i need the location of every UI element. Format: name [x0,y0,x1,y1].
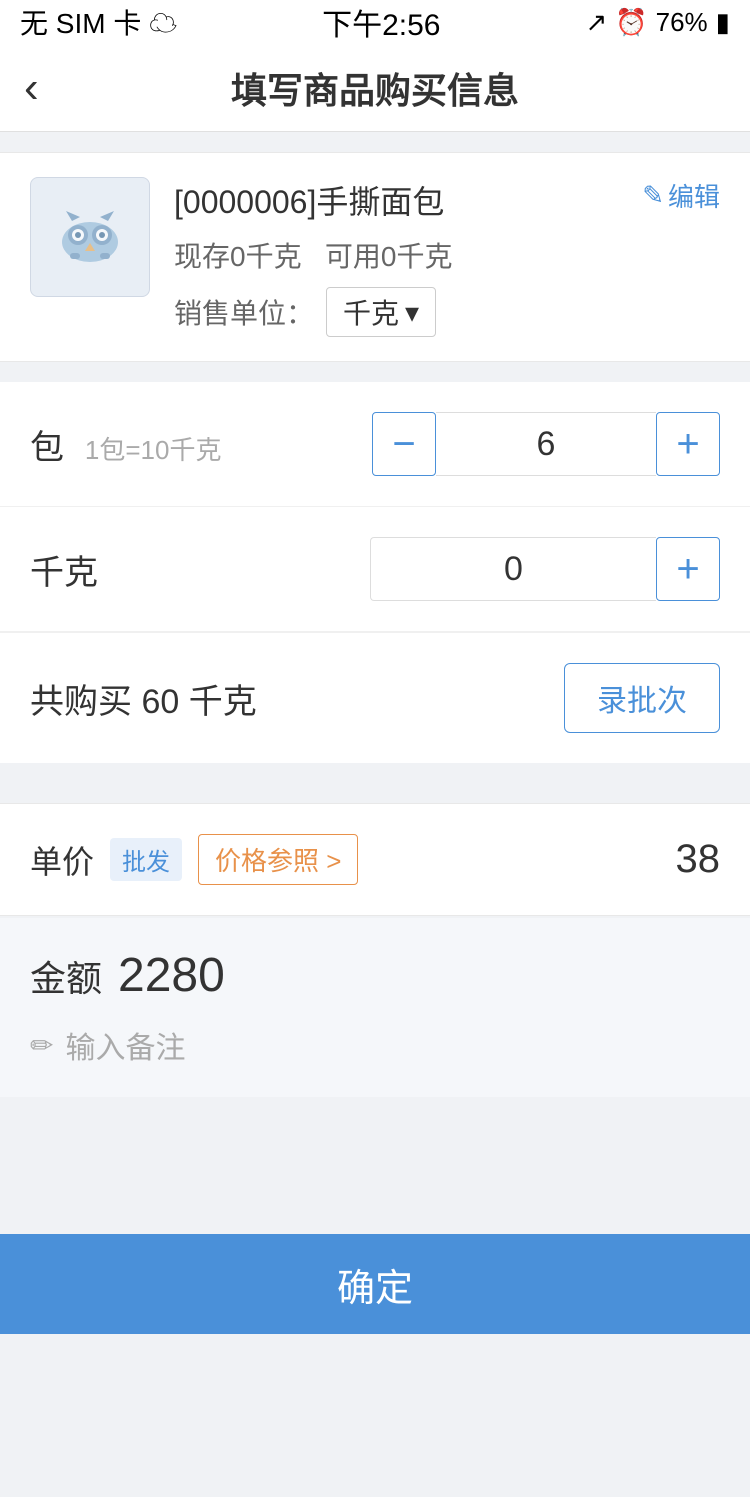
product-title: 手撕面包 [316,184,444,220]
product-stock: 现存0千克 可用0千克 [174,235,720,275]
product-info: [0000006]手撕面包 ✎ 编辑 现存0千克 可用0千克 销售单位： 千克 … [174,177,720,337]
product-name: [0000006]手撕面包 [174,177,444,223]
location-icon: ↗ [585,7,607,38]
bao-label: 包 [30,429,64,467]
confirm-button[interactable]: 确定 [337,1257,413,1312]
product-name-row: [0000006]手撕面包 ✎ 编辑 [174,177,720,223]
page-title: 填写商品购买信息 [231,62,519,114]
kg-label: 千克 [30,554,98,592]
stock-text: 现存0千克 [174,241,302,272]
unit-value: 千克 [343,292,399,332]
alarm-icon: ⏰ [615,7,647,38]
product-unit-row: 销售单位： 千克 ▾ [174,287,720,337]
price-ref-button[interactable]: 价格参照 > [198,834,358,885]
amount-label: 金额 [30,950,102,1002]
status-time: 下午2:56 [322,0,440,44]
status-bar: 无 SIM 卡 ☁ 下午2:56 ↗ ⏰ 76% ▮ [0,0,750,44]
amount-section: 金额 2280 ✏ 输入备注 [0,918,750,1097]
amount-value: 2280 [118,948,225,1003]
amount-row: 金额 2280 [30,948,720,1003]
bao-quantity-row: 包 1包=10千克 − + [0,382,750,507]
price-label: 单价 [30,837,94,883]
price-section: 单价 批发 价格参照 > 38 [0,803,750,916]
battery-text: 76% [656,7,708,38]
separator-1 [0,362,750,382]
bao-minus-button[interactable]: − [372,412,436,476]
price-left: 单价 批发 价格参照 > [30,834,358,885]
product-image [30,177,150,297]
price-row: 单价 批发 价格参照 > 38 [30,834,720,885]
kg-qty-input[interactable] [370,537,656,601]
bao-qty-control: − + [372,412,720,476]
chevron-down-icon: ▾ [405,296,419,329]
price-value: 38 [676,837,721,882]
summary-row: 共购买 60 千克 录批次 [0,632,750,763]
product-card: [0000006]手撕面包 ✎ 编辑 现存0千克 可用0千克 销售单位： 千克 … [0,152,750,362]
remark-placeholder: 输入备注 [65,1023,185,1067]
edit-label: 编辑 [668,177,720,214]
confirm-bar[interactable]: 确定 [0,1234,750,1334]
kg-plus-button[interactable]: + [656,537,720,601]
bao-hint: 1包=10千克 [85,435,222,465]
kg-label-group: 千克 [30,545,98,594]
kg-qty-control: + [370,537,720,601]
nav-bar: ‹ 填写商品购买信息 [0,44,750,132]
battery-icon: ▮ [716,7,730,38]
edit-button[interactable]: ✎ 编辑 [642,177,720,214]
bao-label-group: 包 1包=10千克 [30,420,221,469]
unit-label: 销售单位： [174,292,314,332]
batch-button[interactable]: 录批次 [564,663,720,733]
bao-qty-input[interactable] [436,412,656,476]
edit-icon: ✎ [642,180,664,211]
status-right: ↗ ⏰ 76% ▮ [585,7,730,38]
unit-select[interactable]: 千克 ▾ [326,287,436,337]
no-sim-text: 无 SIM 卡 ☁ [20,2,177,42]
summary-text: 共购买 60 千克 [30,674,257,723]
remark-row[interactable]: ✏ 输入备注 [30,1023,720,1067]
available-text: 可用0千克 [325,241,453,272]
product-code: [0000006] [174,184,316,220]
owl-logo-icon [50,207,130,267]
pifa-tag: 批发 [110,838,182,881]
back-button[interactable]: ‹ [24,63,39,113]
separator-2 [0,763,750,783]
status-left: 无 SIM 卡 ☁ [20,2,177,42]
kg-quantity-row: 千克 + [0,507,750,632]
bao-plus-button[interactable]: + [656,412,720,476]
pencil-icon: ✏ [30,1029,53,1062]
